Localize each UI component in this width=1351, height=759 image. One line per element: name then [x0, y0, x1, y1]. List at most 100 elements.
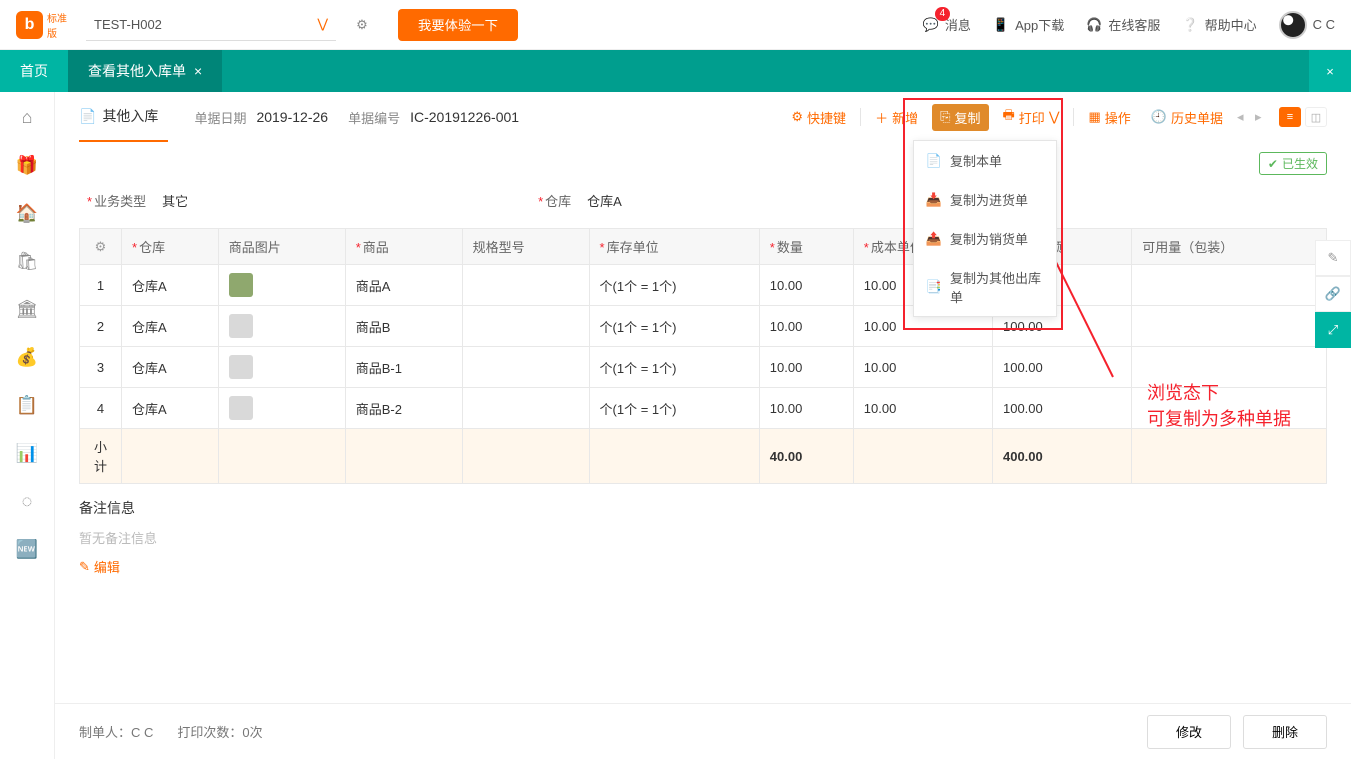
date-label: 单据日期	[194, 108, 246, 127]
row-qty: 10.00	[759, 306, 853, 347]
row-qty: 10.00	[759, 265, 853, 306]
table-row[interactable]: 1 仓库A 商品A 个(1个 = 1个) 10.00 10.00 100.00	[80, 265, 1327, 306]
print-button[interactable]: 🖶 打印 ⋁	[997, 102, 1066, 132]
row-qty: 10.00	[759, 388, 853, 429]
app-download-button[interactable]: 📱 App下载	[993, 15, 1064, 34]
row-price: 10.00	[853, 388, 992, 429]
help-button[interactable]: ❔ 帮助中心	[1182, 15, 1256, 34]
avatar-icon	[1279, 11, 1307, 39]
ops-button[interactable]: ▦ 操作	[1082, 104, 1136, 131]
tab-home[interactable]: 首页	[0, 50, 68, 92]
table-row[interactable]: 4 仓库A 商品B-2 个(1个 = 1个) 10.00 10.00 100.0…	[80, 388, 1327, 429]
history-button[interactable]: 🕘 历史单据	[1145, 104, 1229, 131]
col-unit: 库存单位	[589, 229, 759, 265]
inbox-icon: 📥	[926, 192, 942, 208]
tab-close-icon[interactable]: ×	[194, 63, 202, 79]
view-card-button[interactable]: ◫	[1305, 107, 1327, 127]
row-qty: 10.00	[759, 347, 853, 388]
copy-button[interactable]: ⎘ 复制	[932, 104, 988, 131]
row-product: 商品B	[345, 306, 462, 347]
row-index: 2	[80, 306, 122, 347]
copy-to-sales-item[interactable]: 📤 复制为销货单	[914, 219, 1056, 258]
row-available	[1132, 306, 1327, 347]
subtotal-row: 小计 40.00 400.00	[80, 429, 1327, 484]
items-table: ⚙ 仓库 商品图片 商品 规格型号 库存单位 数量 成本单价 成本金额 可用量（…	[79, 228, 1327, 484]
rail-expand-button[interactable]: ⤢	[1315, 312, 1351, 348]
copy-to-purchase-item[interactable]: 📥 复制为进货单	[914, 180, 1056, 219]
row-spec	[462, 347, 589, 388]
messages-button[interactable]: 💬 消息 4	[923, 15, 971, 34]
row-amount: 100.00	[992, 388, 1131, 429]
copy-this-item[interactable]: 📄 复制本单	[914, 141, 1056, 180]
org-selector-value: TEST-H002	[94, 17, 162, 32]
tabs-close-all[interactable]: ×	[1309, 50, 1351, 92]
subtotal-qty: 40.00	[759, 429, 853, 484]
delete-button[interactable]: 删除	[1243, 715, 1327, 749]
row-image	[218, 265, 345, 306]
nav-report[interactable]: 📊	[16, 442, 38, 464]
nav-clipboard[interactable]: 📋	[16, 394, 38, 416]
table-row[interactable]: 3 仓库A 商品B-1 个(1个 = 1个) 10.00 10.00 100.0…	[80, 347, 1327, 388]
check-icon: ✔	[1268, 157, 1278, 171]
items-table-wrap: ⚙ 仓库 商品图片 商品 规格型号 库存单位 数量 成本单价 成本金额 可用量（…	[55, 228, 1351, 484]
window-tabs: 首页 查看其他入库单 × ×	[0, 50, 1351, 92]
biz-type-field: *业务类型 其它	[87, 191, 188, 210]
nav-bag[interactable]: 🛍	[16, 250, 38, 272]
row-index: 3	[80, 347, 122, 388]
view-list-button[interactable]: ≡	[1279, 107, 1301, 127]
nav-new[interactable]: 🆕	[16, 538, 38, 560]
logo[interactable]: b 标准版	[16, 10, 76, 40]
gear-small-icon: ⚙	[791, 109, 803, 125]
table-header-row: ⚙ 仓库 商品图片 商品 规格型号 库存单位 数量 成本单价 成本金额 可用量（…	[80, 229, 1327, 265]
plus-icon: ＋	[875, 108, 888, 127]
right-rail: ✎ 🔗 ⤢	[1315, 240, 1351, 348]
row-warehouse: 仓库A	[122, 347, 219, 388]
page-toolbar: ⚙ 快捷键 ＋ 新增 ⎘ 复制 🖶	[785, 102, 1327, 132]
trial-button[interactable]: 我要体验一下	[398, 9, 518, 41]
grid-icon: ▦	[1088, 109, 1100, 125]
row-available	[1132, 388, 1327, 429]
left-nav: ⌂ 🎁 🏠 🛍 🏛 💰 📋 📊 ◌ 🆕	[0, 92, 55, 759]
nav-gift[interactable]: 🎁	[16, 154, 38, 176]
col-settings[interactable]: ⚙	[80, 229, 122, 265]
shortcut-button[interactable]: ⚙ 快捷键	[785, 104, 852, 131]
remark-title: 备注信息	[79, 498, 1327, 518]
row-index: 4	[80, 388, 122, 429]
new-button[interactable]: ＋ 新增	[869, 104, 924, 131]
status-row: ✔ 已生效	[55, 142, 1351, 181]
remark-empty-text: 暂无备注信息	[79, 528, 1327, 547]
row-unit: 个(1个 = 1个)	[589, 265, 759, 306]
copy-to-other-out-item[interactable]: 📑 复制为其他出库单	[914, 258, 1056, 316]
rail-note-button[interactable]: ✎	[1315, 240, 1351, 276]
rail-link-button[interactable]: 🔗	[1315, 276, 1351, 312]
row-product: 商品B-1	[345, 347, 462, 388]
table-row[interactable]: 2 仓库A 商品B 个(1个 = 1个) 10.00 10.00 100.00	[80, 306, 1327, 347]
footer-actions: 修改 删除	[1147, 715, 1327, 749]
settings-gear-button[interactable]: ⚙	[346, 9, 378, 41]
user-menu[interactable]: C C	[1279, 11, 1335, 39]
chevron-down-icon: ⋁	[1049, 109, 1060, 125]
biz-type-value: 其它	[162, 191, 188, 210]
row-available	[1132, 265, 1327, 306]
copy-doc-icon: 📄	[926, 153, 942, 169]
nav-house[interactable]: 🏠	[16, 202, 38, 224]
nav-sync[interactable]: ◌	[16, 490, 38, 512]
next-page-icon[interactable]: ▸	[1255, 109, 1265, 125]
copy-dropdown: 📄 复制本单 📥 复制为进货单 📤 复制为销货单 📑 复制为其他出库单	[913, 140, 1057, 317]
edit-remark-button[interactable]: ✎ 编辑	[79, 557, 1327, 576]
org-selector[interactable]: TEST-H002 ⋁	[86, 9, 336, 41]
remark-section: 备注信息 暂无备注信息 ✎ 编辑	[55, 484, 1351, 590]
nav-money[interactable]: 💰	[16, 346, 38, 368]
tab-view-other-inbound[interactable]: 查看其他入库单 ×	[68, 50, 222, 92]
copy-icon: ⎘	[940, 109, 950, 125]
support-button[interactable]: 🎧 在线客服	[1086, 15, 1160, 34]
creator-info: 制单人：C C	[79, 722, 153, 741]
warehouse-field: *仓库 仓库A	[538, 191, 622, 210]
nav-warehouse[interactable]: 🏛	[16, 298, 38, 320]
prev-page-icon[interactable]: ◂	[1237, 109, 1247, 125]
page-tab[interactable]: 📄 其他入库	[79, 92, 168, 142]
row-unit: 个(1个 = 1个)	[589, 347, 759, 388]
modify-button[interactable]: 修改	[1147, 715, 1231, 749]
nav-home[interactable]: ⌂	[16, 106, 38, 128]
warehouse-value: 仓库A	[587, 191, 622, 210]
